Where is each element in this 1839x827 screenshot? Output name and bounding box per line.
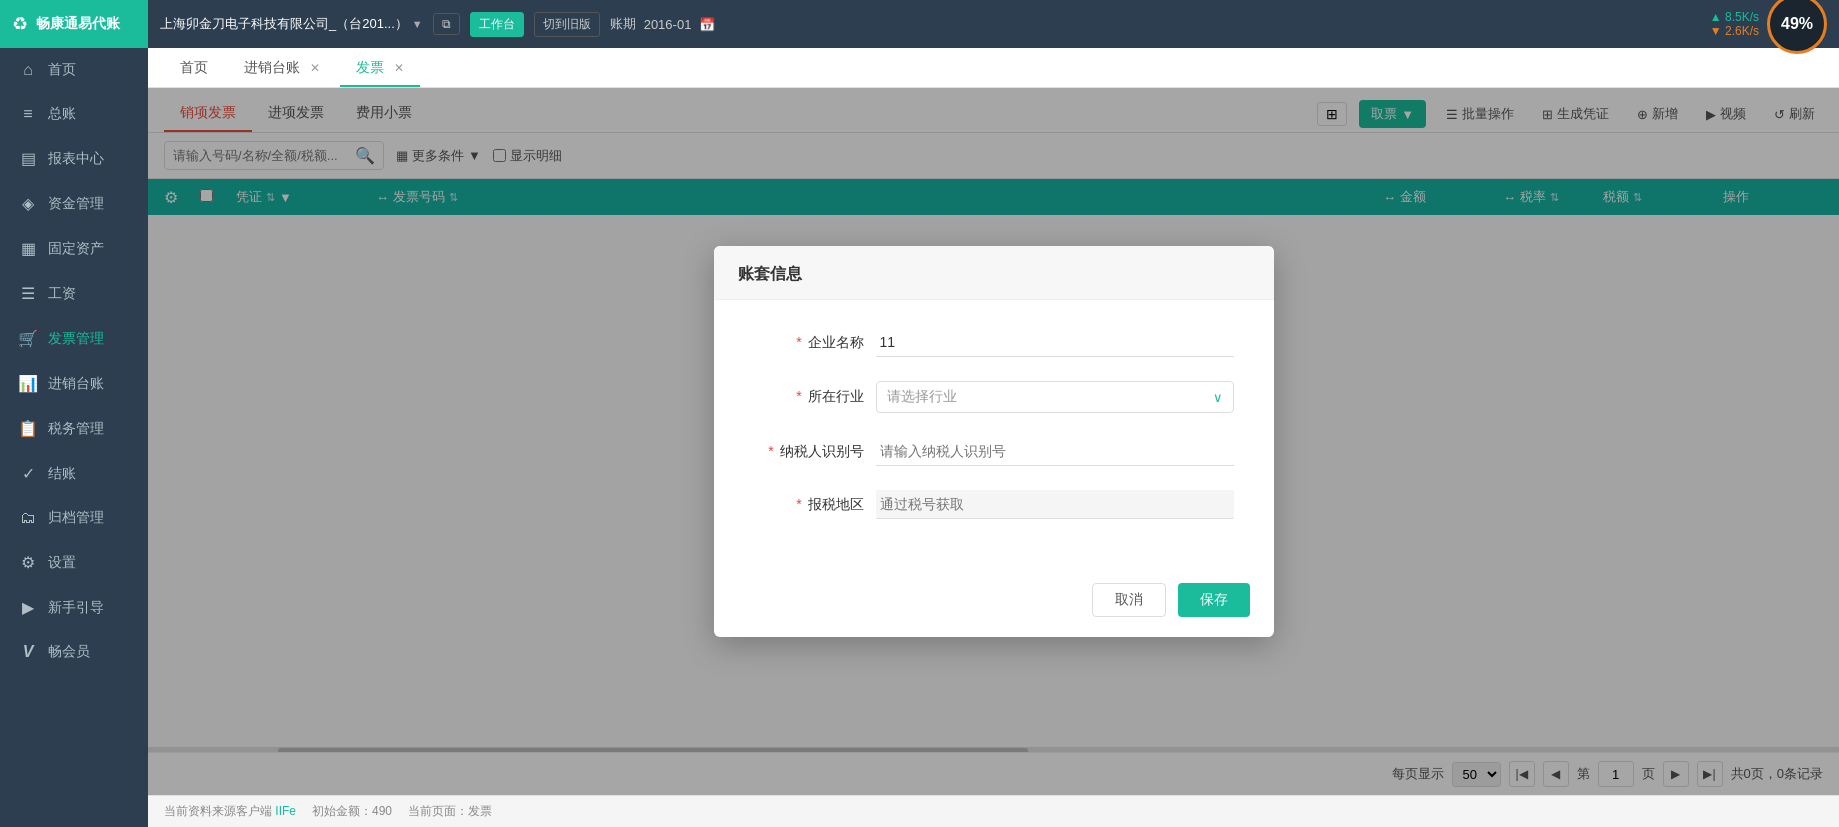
- archive-icon: 🗂: [18, 509, 38, 527]
- tabbar: 首页 进销台账 ✕ 发票 ✕: [148, 48, 1839, 88]
- tab-invoice-close-icon[interactable]: ✕: [394, 61, 404, 75]
- save-button[interactable]: 保存: [1178, 583, 1250, 617]
- sidebar-item-tax[interactable]: 📋 税务管理: [0, 406, 148, 451]
- form-row-company: * 企业名称: [754, 328, 1234, 357]
- sidebar-item-invoice[interactable]: 🛒 发票管理: [0, 316, 148, 361]
- close-accounts-icon: ✓: [18, 464, 38, 483]
- sidebar-item-archive[interactable]: 🗂 归档管理: [0, 496, 148, 540]
- region-label: * 报税地区: [754, 496, 864, 514]
- period-value: 2016-01: [644, 17, 692, 32]
- company-chevron-icon: ▼: [412, 18, 423, 30]
- switch-old-button[interactable]: 切到旧版: [534, 12, 600, 37]
- vip-icon: V: [18, 643, 38, 661]
- status-text: 当前资料来源客户端 IIFe: [164, 803, 296, 820]
- sidebar-item-assets[interactable]: ▦ 固定资产: [0, 226, 148, 271]
- sidebar-item-purchase[interactable]: 📊 进销台账: [0, 361, 148, 406]
- report-icon: ▤: [18, 149, 38, 168]
- sidebar-item-report[interactable]: ▤ 报表中心: [0, 136, 148, 181]
- dialog-footer: 取消 保存: [714, 571, 1274, 637]
- initial-amount: 初始金额：490: [312, 803, 392, 820]
- industry-placeholder: 请选择行业: [887, 388, 957, 406]
- tax-icon: 📋: [18, 419, 38, 438]
- main-area: 上海卯金刀电子科技有限公司_（台201...） ▼ ⧉ 工作台 切到旧版 账期 …: [148, 0, 1839, 827]
- tab-invoice[interactable]: 发票 ✕: [340, 51, 420, 87]
- form-row-industry: * 所在行业 请选择行业 ∨: [754, 381, 1234, 413]
- tax-region-input: [876, 490, 1234, 519]
- cancel-button[interactable]: 取消: [1092, 583, 1166, 617]
- speed-down: ▼ 2.6K/s: [1710, 24, 1759, 38]
- status-link[interactable]: IIFe: [275, 804, 296, 818]
- capital-icon: ◈: [18, 194, 38, 213]
- dialog-header: 账套信息: [714, 246, 1274, 300]
- invoice-icon: 🛒: [18, 329, 38, 348]
- dialog-overlay[interactable]: 账套信息 * 企业名称 * 所在行业: [148, 88, 1839, 795]
- company-selector[interactable]: 上海卯金刀电子科技有限公司_（台201...） ▼: [160, 15, 423, 33]
- period-display: 账期 2016-01 📅: [610, 15, 716, 33]
- sidebar-item-ledger[interactable]: ≡ 总账: [0, 92, 148, 136]
- industry-label: * 所在行业: [754, 388, 864, 406]
- sidebar-item-salary[interactable]: ☰ 工资: [0, 271, 148, 316]
- tab-home[interactable]: 首页: [164, 51, 224, 87]
- sidebar-item-settings[interactable]: ⚙ 设置: [0, 540, 148, 585]
- guide-icon: ▶: [18, 598, 38, 617]
- copy-icon: ⧉: [442, 17, 451, 31]
- sidebar-logo: ♻ 畅康通易代账: [0, 0, 148, 48]
- company-name-input[interactable]: [876, 328, 1234, 357]
- calendar-icon[interactable]: 📅: [699, 17, 715, 32]
- topbar: 上海卯金刀电子科技有限公司_（台201...） ▼ ⧉ 工作台 切到旧版 账期 …: [148, 0, 1839, 48]
- gear-icon: ⚙: [18, 553, 38, 572]
- content-area: 销项发票 进项发票 费用小票 ⊞ 取票 ▼ ☰ 批量操作: [148, 88, 1839, 795]
- home-icon: ⌂: [18, 61, 38, 79]
- dialog-account-info: 账套信息 * 企业名称 * 所在行业: [714, 246, 1274, 637]
- app-name: 畅康通易代账: [36, 15, 120, 33]
- speed-percent: 49%: [1781, 15, 1813, 33]
- sidebar-item-vip[interactable]: V 畅会员: [0, 630, 148, 674]
- speed-indicator: 49%: [1767, 0, 1827, 54]
- tax-id-input[interactable]: [876, 437, 1234, 466]
- ledger-icon: ≡: [18, 105, 38, 123]
- sidebar-item-guide[interactable]: ▶ 新手引导: [0, 585, 148, 630]
- topbar-right: ▲ 8.5K/s ▼ 2.6K/s 49%: [1710, 0, 1827, 54]
- taxid-label: * 纳税人识别号: [754, 443, 864, 461]
- assets-icon: ▦: [18, 239, 38, 258]
- workbench-button[interactable]: 工作台: [470, 12, 524, 37]
- form-row-region: * 报税地区: [754, 490, 1234, 519]
- copy-button[interactable]: ⧉: [433, 13, 460, 35]
- logo-icon: ♻: [12, 13, 28, 35]
- company-name-label: * 企业名称: [754, 334, 864, 352]
- current-page-info: 当前页面：发票: [408, 803, 492, 820]
- purchase-icon: 📊: [18, 374, 38, 393]
- company-name: 上海卯金刀电子科技有限公司_（台201...）: [160, 15, 408, 33]
- statusbar: 当前资料来源客户端 IIFe 初始金额：490 当前页面：发票: [148, 795, 1839, 827]
- tab-purchase[interactable]: 进销台账 ✕: [228, 51, 336, 87]
- sidebar-item-close[interactable]: ✓ 结账: [0, 451, 148, 496]
- industry-chevron-icon: ∨: [1213, 390, 1223, 405]
- form-row-taxid: * 纳税人识别号: [754, 437, 1234, 466]
- tab-purchase-close-icon[interactable]: ✕: [310, 61, 320, 75]
- speed-up: ▲ 8.5K/s: [1710, 10, 1759, 24]
- sidebar-item-home[interactable]: ⌂ 首页: [0, 48, 148, 92]
- dialog-body: * 企业名称 * 所在行业 请选择行业 ∨: [714, 300, 1274, 571]
- salary-icon: ☰: [18, 284, 38, 303]
- sidebar: ♻ 畅康通易代账 ⌂ 首页 ≡ 总账 ▤ 报表中心 ◈ 资金管理 ▦ 固定资产 …: [0, 0, 148, 827]
- industry-select[interactable]: 请选择行业 ∨: [876, 381, 1234, 413]
- sidebar-item-capital[interactable]: ◈ 资金管理: [0, 181, 148, 226]
